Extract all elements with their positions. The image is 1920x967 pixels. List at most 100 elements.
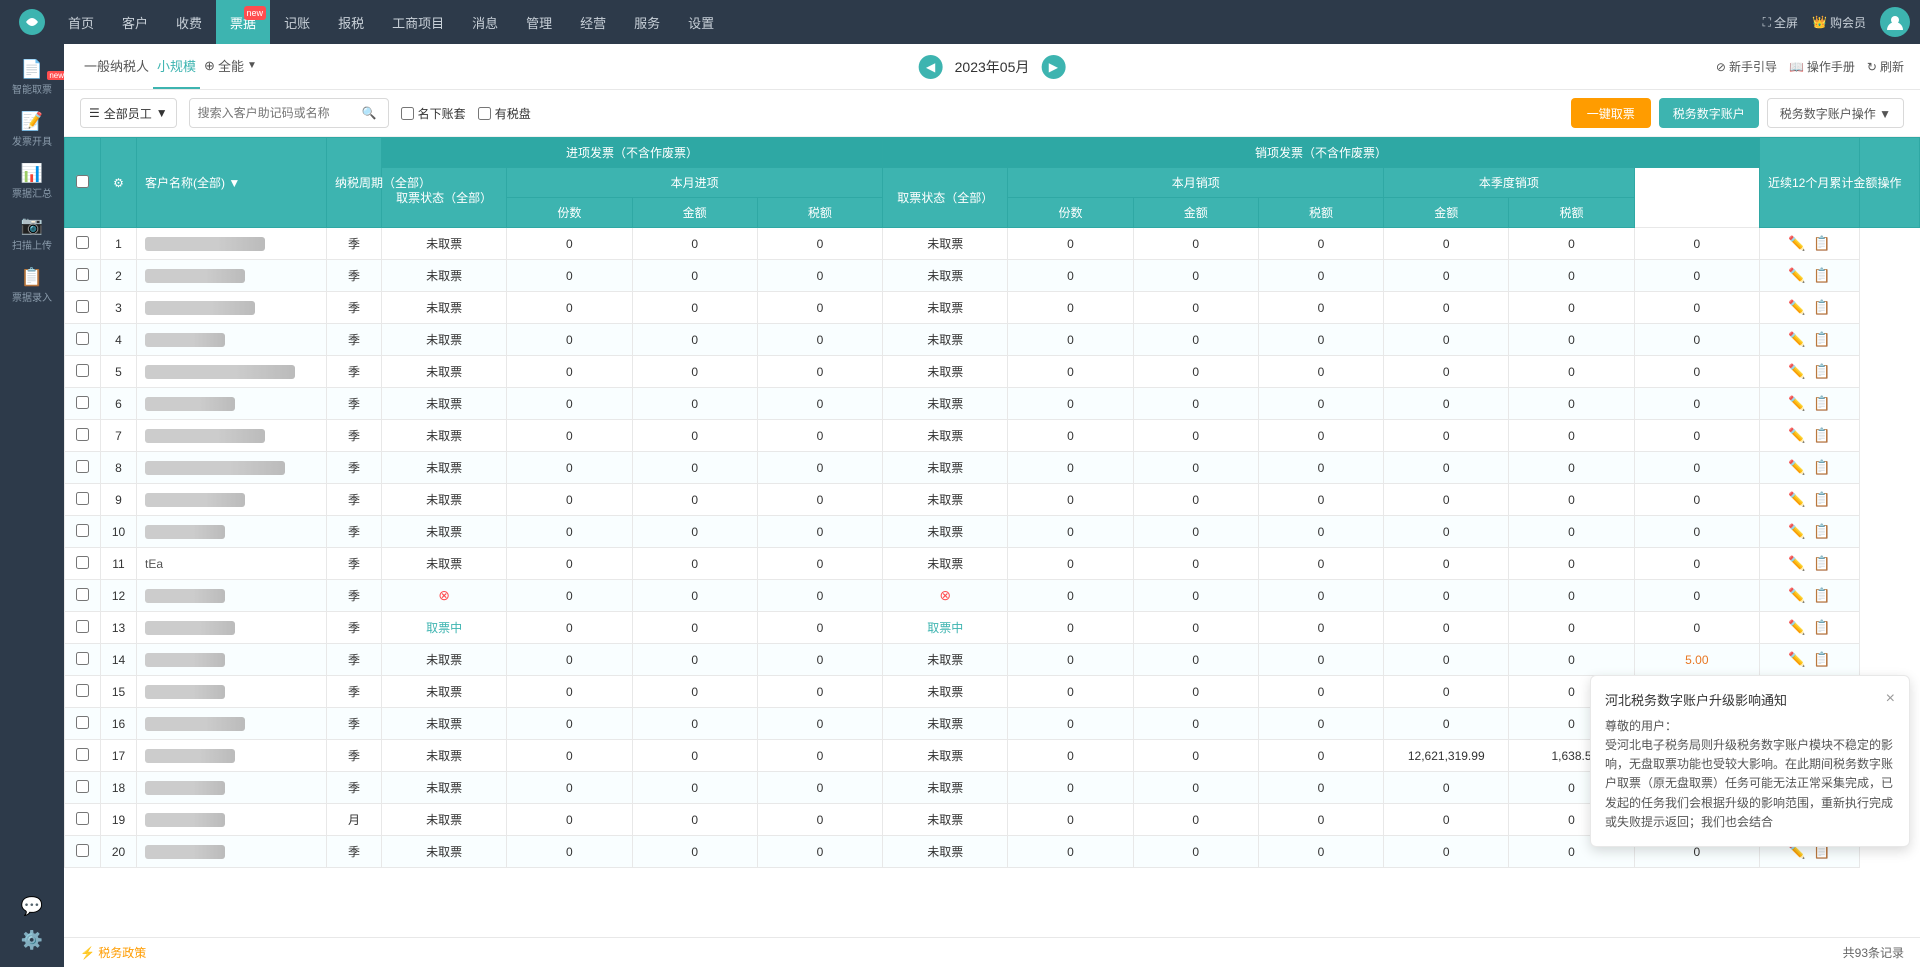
nav-tax[interactable]: 报税: [324, 0, 378, 44]
checkbox-own-accounts[interactable]: 名下账套: [401, 105, 466, 122]
td-checkbox: [65, 772, 101, 804]
new-guide-btn[interactable]: ⊘ 新手引导: [1716, 58, 1777, 75]
nav-bookkeeping[interactable]: 记账: [270, 0, 324, 44]
digital-account-op-btn[interactable]: 税务数字账户操作 ▼: [1767, 98, 1904, 128]
staff-select[interactable]: ☰ 全部员工 ▼: [80, 98, 177, 128]
td-12m-amt: 5.00: [1634, 644, 1759, 676]
edit-btn[interactable]: ✏️: [1786, 619, 1807, 635]
row-checkbox[interactable]: [76, 780, 89, 793]
row-checkbox[interactable]: [76, 300, 89, 313]
nav-home[interactable]: 首页: [54, 0, 108, 44]
copy-btn[interactable]: 📋: [1811, 491, 1832, 507]
sidebar-item-settings[interactable]: ⚙️: [17, 923, 47, 957]
edit-btn[interactable]: ✏️: [1786, 459, 1807, 475]
row-checkbox[interactable]: [76, 428, 89, 441]
manual-btn[interactable]: 📖 操作手册: [1789, 58, 1855, 75]
td-out-status: 取票中: [883, 612, 1008, 644]
sidebar-item-open-invoice[interactable]: 📝 发票开具: [0, 104, 64, 156]
copy-btn[interactable]: 📋: [1811, 395, 1832, 411]
select-all-checkbox[interactable]: [76, 175, 89, 188]
row-checkbox[interactable]: [76, 492, 89, 505]
total-records: 共93条记录: [1843, 944, 1904, 961]
search-input[interactable]: [198, 106, 358, 120]
copy-btn[interactable]: 📋: [1811, 363, 1832, 379]
copy-btn[interactable]: 📋: [1811, 427, 1832, 443]
notification-close-btn[interactable]: ×: [1886, 690, 1895, 708]
row-checkbox[interactable]: [76, 748, 89, 761]
copy-btn[interactable]: 📋: [1811, 299, 1832, 315]
edit-btn[interactable]: ✏️: [1786, 587, 1807, 603]
copy-btn[interactable]: 📋: [1811, 331, 1832, 347]
tab-all[interactable]: ⊕ 全能 ▼: [200, 44, 261, 89]
checkbox-has-taxdisk[interactable]: 有税盘: [478, 105, 531, 122]
edit-btn[interactable]: ✏️: [1786, 651, 1807, 667]
copy-btn[interactable]: 📋: [1811, 555, 1832, 571]
row-checkbox[interactable]: [76, 396, 89, 409]
nav-settings[interactable]: 设置: [674, 0, 728, 44]
edit-btn[interactable]: ✏️: [1786, 491, 1807, 507]
vip-btn[interactable]: 👑 购会员: [1812, 14, 1866, 31]
edit-btn[interactable]: ✏️: [1786, 267, 1807, 283]
app-logo[interactable]: [10, 0, 54, 44]
row-checkbox[interactable]: [76, 812, 89, 825]
user-avatar[interactable]: [1880, 7, 1910, 37]
row-checkbox[interactable]: [76, 556, 89, 569]
sidebar-item-invoice-summary[interactable]: 📊 票据汇总: [0, 156, 64, 208]
row-checkbox[interactable]: [76, 460, 89, 473]
sidebar-item-invoice-entry[interactable]: 📋 票据录入: [0, 260, 64, 312]
row-checkbox[interactable]: [76, 364, 89, 377]
row-checkbox[interactable]: [76, 524, 89, 537]
nav-message[interactable]: 消息: [458, 0, 512, 44]
edit-btn[interactable]: ✏️: [1786, 363, 1807, 379]
copy-btn[interactable]: 📋: [1811, 619, 1832, 635]
td-out-num: 0: [1008, 452, 1133, 484]
row-checkbox[interactable]: [76, 684, 89, 697]
row-checkbox[interactable]: [76, 620, 89, 633]
td-out-num: 0: [1008, 772, 1133, 804]
nav-operation[interactable]: 经营: [566, 0, 620, 44]
one-key-invoice-btn[interactable]: 一键取票: [1571, 98, 1651, 128]
nav-business[interactable]: 工商项目: [378, 0, 458, 44]
edit-btn[interactable]: ✏️: [1786, 331, 1807, 347]
td-out-amt: 0: [1133, 836, 1258, 868]
row-checkbox[interactable]: [76, 236, 89, 249]
prev-month-btn[interactable]: ◀: [919, 55, 943, 79]
refresh-btn[interactable]: ↻ 刷新: [1867, 58, 1904, 75]
copy-btn[interactable]: 📋: [1811, 459, 1832, 475]
row-checkbox[interactable]: [76, 268, 89, 281]
copy-btn[interactable]: 📋: [1811, 651, 1832, 667]
edit-btn[interactable]: ✏️: [1786, 235, 1807, 251]
row-checkbox[interactable]: [76, 588, 89, 601]
row-checkbox[interactable]: [76, 716, 89, 729]
edit-btn[interactable]: ✏️: [1786, 427, 1807, 443]
next-month-btn[interactable]: ▶: [1041, 55, 1065, 79]
nav-manage[interactable]: 管理: [512, 0, 566, 44]
row-checkbox[interactable]: [76, 332, 89, 345]
row-checkbox[interactable]: [76, 652, 89, 665]
row-checkbox[interactable]: [76, 844, 89, 857]
tab-general-taxpayer[interactable]: 一般纳税人: [80, 44, 153, 89]
edit-btn[interactable]: ✏️: [1786, 299, 1807, 315]
sidebar-item-scan-upload[interactable]: 📷 扫描上传: [0, 208, 64, 260]
nav-fee[interactable]: 收费: [162, 0, 216, 44]
nav-customer[interactable]: 客户: [108, 0, 162, 44]
edit-btn[interactable]: ✏️: [1786, 395, 1807, 411]
td-in-tax: 0: [757, 388, 882, 420]
fullscreen-btn[interactable]: ⛶ 全屏: [1763, 14, 1798, 31]
sidebar-item-message[interactable]: 💬: [17, 889, 47, 923]
nav-invoice[interactable]: 票据 new: [216, 0, 270, 44]
edit-btn[interactable]: ✏️: [1786, 523, 1807, 539]
tax-policy-link[interactable]: ⚡ 税务政策: [80, 944, 146, 961]
nav-service[interactable]: 服务: [620, 0, 674, 44]
copy-btn[interactable]: 📋: [1811, 587, 1832, 603]
edit-btn[interactable]: ✏️: [1786, 555, 1807, 571]
td-period: 季: [327, 708, 382, 740]
copy-btn[interactable]: 📋: [1811, 267, 1832, 283]
tab-small-scale[interactable]: 小规模: [153, 44, 200, 89]
copy-btn[interactable]: 📋: [1811, 235, 1832, 251]
copy-btn[interactable]: 📋: [1811, 523, 1832, 539]
th-invoice-in: 进项发票（不含作废票）: [382, 138, 883, 168]
td-period: 月: [327, 804, 382, 836]
sidebar-item-smart-invoice[interactable]: 📄 智能取票 new: [0, 52, 64, 104]
digital-account-btn[interactable]: 税务数字账户: [1659, 98, 1759, 128]
